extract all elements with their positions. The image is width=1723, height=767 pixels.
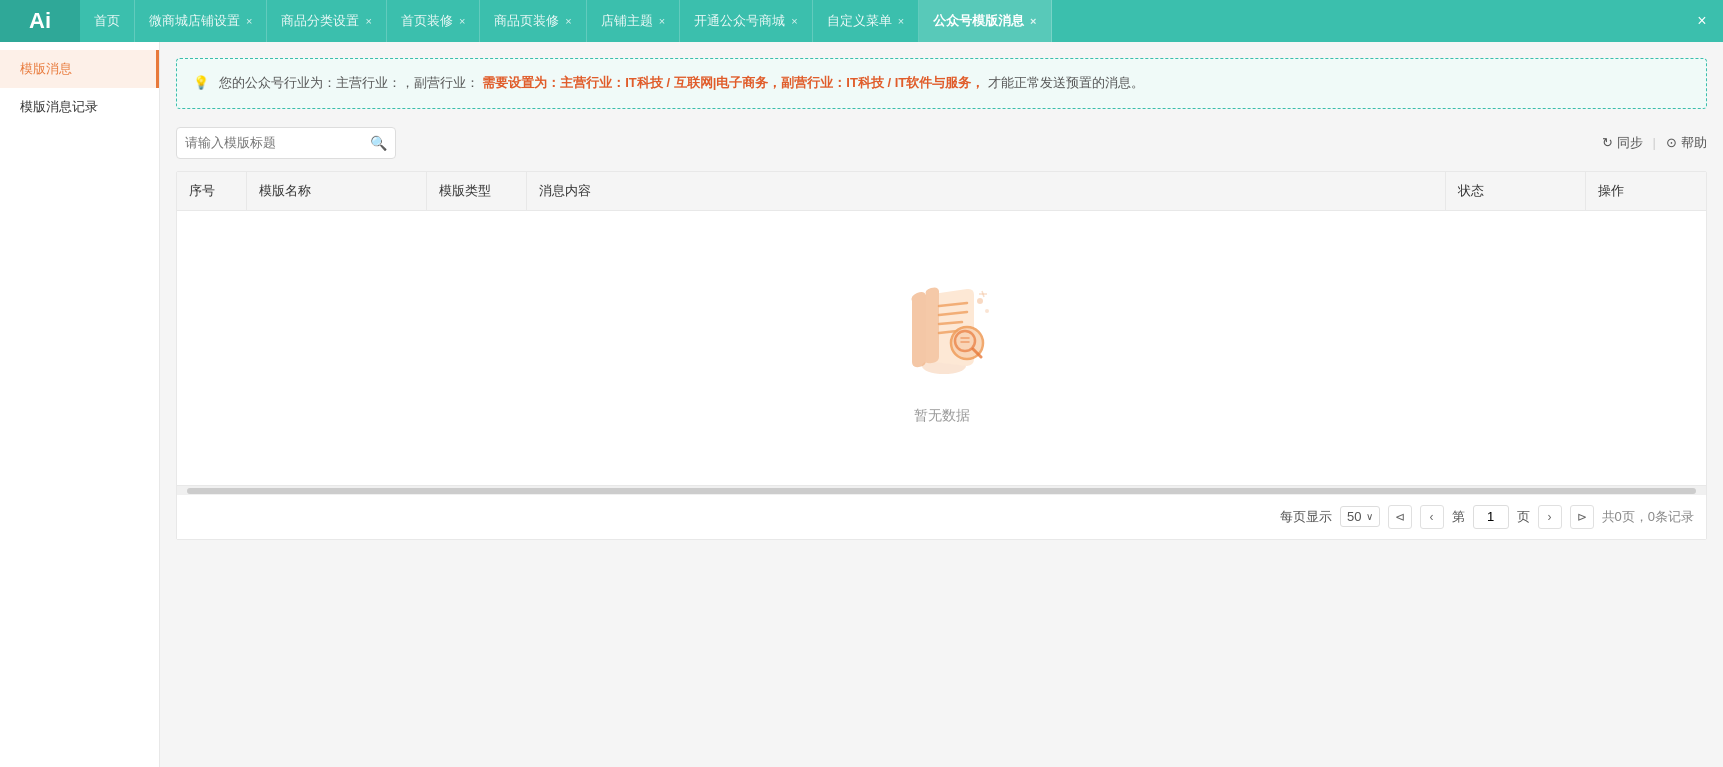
- close-tab-shop-settings[interactable]: ×: [246, 15, 252, 27]
- data-table: 序号 模版名称 模版类型 消息内容 状态 操作: [176, 171, 1707, 540]
- search-input[interactable]: [185, 135, 370, 150]
- horizontal-scrollbar[interactable]: [177, 485, 1706, 495]
- total-info: 共0页，0条记录: [1602, 508, 1694, 526]
- chevron-down-icon: ∨: [1366, 511, 1373, 522]
- last-page-button[interactable]: ⊳: [1570, 505, 1594, 529]
- col-action: 操作: [1586, 172, 1706, 210]
- notice-highlight: 需要设置为：主营行业：IT科技 / 互联网|电子商务，副营行业：IT科技 / I…: [482, 75, 984, 90]
- col-name: 模版名称: [247, 172, 427, 210]
- close-tab-custom-menu[interactable]: ×: [898, 15, 904, 27]
- sidebar-item-template-msg-log[interactable]: 模版消息记录: [0, 88, 159, 126]
- empty-text: 暂无数据: [914, 407, 970, 425]
- col-status: 状态: [1446, 172, 1586, 210]
- help-label: 帮助: [1681, 134, 1707, 152]
- sync-button[interactable]: ↻ 同步: [1602, 134, 1643, 152]
- close-tab-shop-theme[interactable]: ×: [659, 15, 665, 27]
- tab-product-decor[interactable]: 商品页装修×: [480, 0, 586, 42]
- scrollbar-thumb[interactable]: [187, 488, 1696, 494]
- tab-shop-theme[interactable]: 店铺主题×: [587, 0, 680, 42]
- tab-category-settings[interactable]: 商品分类设置×: [267, 0, 386, 42]
- help-button[interactable]: ⊙ 帮助: [1666, 134, 1707, 152]
- page-size-select[interactable]: 50 ∨: [1340, 506, 1379, 527]
- search-input-wrap[interactable]: 🔍: [176, 127, 396, 159]
- page-label: 页: [1517, 508, 1530, 526]
- content-area: 💡 您的公众号行业为：主营行业：，副营行业： 需要设置为：主营行业：IT科技 /…: [160, 42, 1723, 767]
- pagination: 每页显示 50 ∨ ⊲ ‹ 第 页 › ⊳ 共0页，0条记录: [177, 495, 1706, 539]
- sidebar: 模版消息 模版消息记录: [0, 42, 160, 767]
- tab-home-decor[interactable]: 首页装修×: [387, 0, 480, 42]
- search-icon[interactable]: 🔍: [370, 135, 387, 151]
- close-all-button[interactable]: ×: [1681, 0, 1723, 42]
- help-icon: ⊙: [1666, 135, 1677, 150]
- tab-open-mall[interactable]: 开通公众号商城×: [680, 0, 812, 42]
- notice-icon: 💡: [193, 75, 209, 90]
- tab-template-msg[interactable]: 公众号模版消息×: [919, 0, 1051, 42]
- empty-icon: [882, 271, 1002, 391]
- search-actions: ↻ 同步 | ⊙ 帮助: [1602, 134, 1707, 152]
- table-header: 序号 模版名称 模版类型 消息内容 状态 操作: [177, 172, 1706, 211]
- nav-tabs: 首页微商城店铺设置×商品分类设置×首页装修×商品页装修×店铺主题×开通公众号商城…: [80, 0, 1681, 42]
- close-tab-template-msg[interactable]: ×: [1030, 15, 1036, 27]
- prev-page-button[interactable]: ‹: [1420, 505, 1444, 529]
- close-tab-product-decor[interactable]: ×: [565, 15, 571, 27]
- search-bar: 🔍 ↻ 同步 | ⊙ 帮助: [176, 127, 1707, 159]
- sync-label: 同步: [1617, 134, 1643, 152]
- notice-prefix: 您的公众号行业为：主营行业：，副营行业：: [219, 75, 479, 90]
- notice-suffix: 才能正常发送预置的消息。: [988, 75, 1144, 90]
- close-tab-home-decor[interactable]: ×: [459, 15, 465, 27]
- close-tab-category-settings[interactable]: ×: [365, 15, 371, 27]
- tab-shop-settings[interactable]: 微商城店铺设置×: [135, 0, 267, 42]
- action-divider: |: [1653, 135, 1656, 150]
- next-page-button[interactable]: ›: [1538, 505, 1562, 529]
- svg-point-11: [985, 309, 989, 313]
- tab-home[interactable]: 首页: [80, 0, 135, 42]
- col-type: 模版类型: [427, 172, 527, 210]
- main-layout: 模版消息 模版消息记录 💡 您的公众号行业为：主营行业：，副营行业： 需要设置为…: [0, 42, 1723, 767]
- notice-box: 💡 您的公众号行业为：主营行业：，副营行业： 需要设置为：主营行业：IT科技 /…: [176, 58, 1707, 109]
- page-size-label: 每页显示: [1280, 508, 1332, 526]
- page-size-value: 50: [1347, 509, 1361, 524]
- sidebar-item-template-msg[interactable]: 模版消息: [0, 50, 159, 88]
- close-tab-open-mall[interactable]: ×: [791, 15, 797, 27]
- sync-icon: ↻: [1602, 135, 1613, 150]
- top-navigation: Ai 首页微商城店铺设置×商品分类设置×首页装修×商品页装修×店铺主题×开通公众…: [0, 0, 1723, 42]
- current-page-input[interactable]: [1473, 505, 1509, 529]
- empty-state: 暂无数据: [177, 211, 1706, 485]
- tab-custom-menu[interactable]: 自定义菜单×: [813, 0, 919, 42]
- app-logo: Ai: [0, 0, 80, 42]
- page-di-label: 第: [1452, 508, 1465, 526]
- col-index: 序号: [177, 172, 247, 210]
- first-page-button[interactable]: ⊲: [1388, 505, 1412, 529]
- col-content: 消息内容: [527, 172, 1446, 210]
- svg-point-10: [977, 298, 983, 304]
